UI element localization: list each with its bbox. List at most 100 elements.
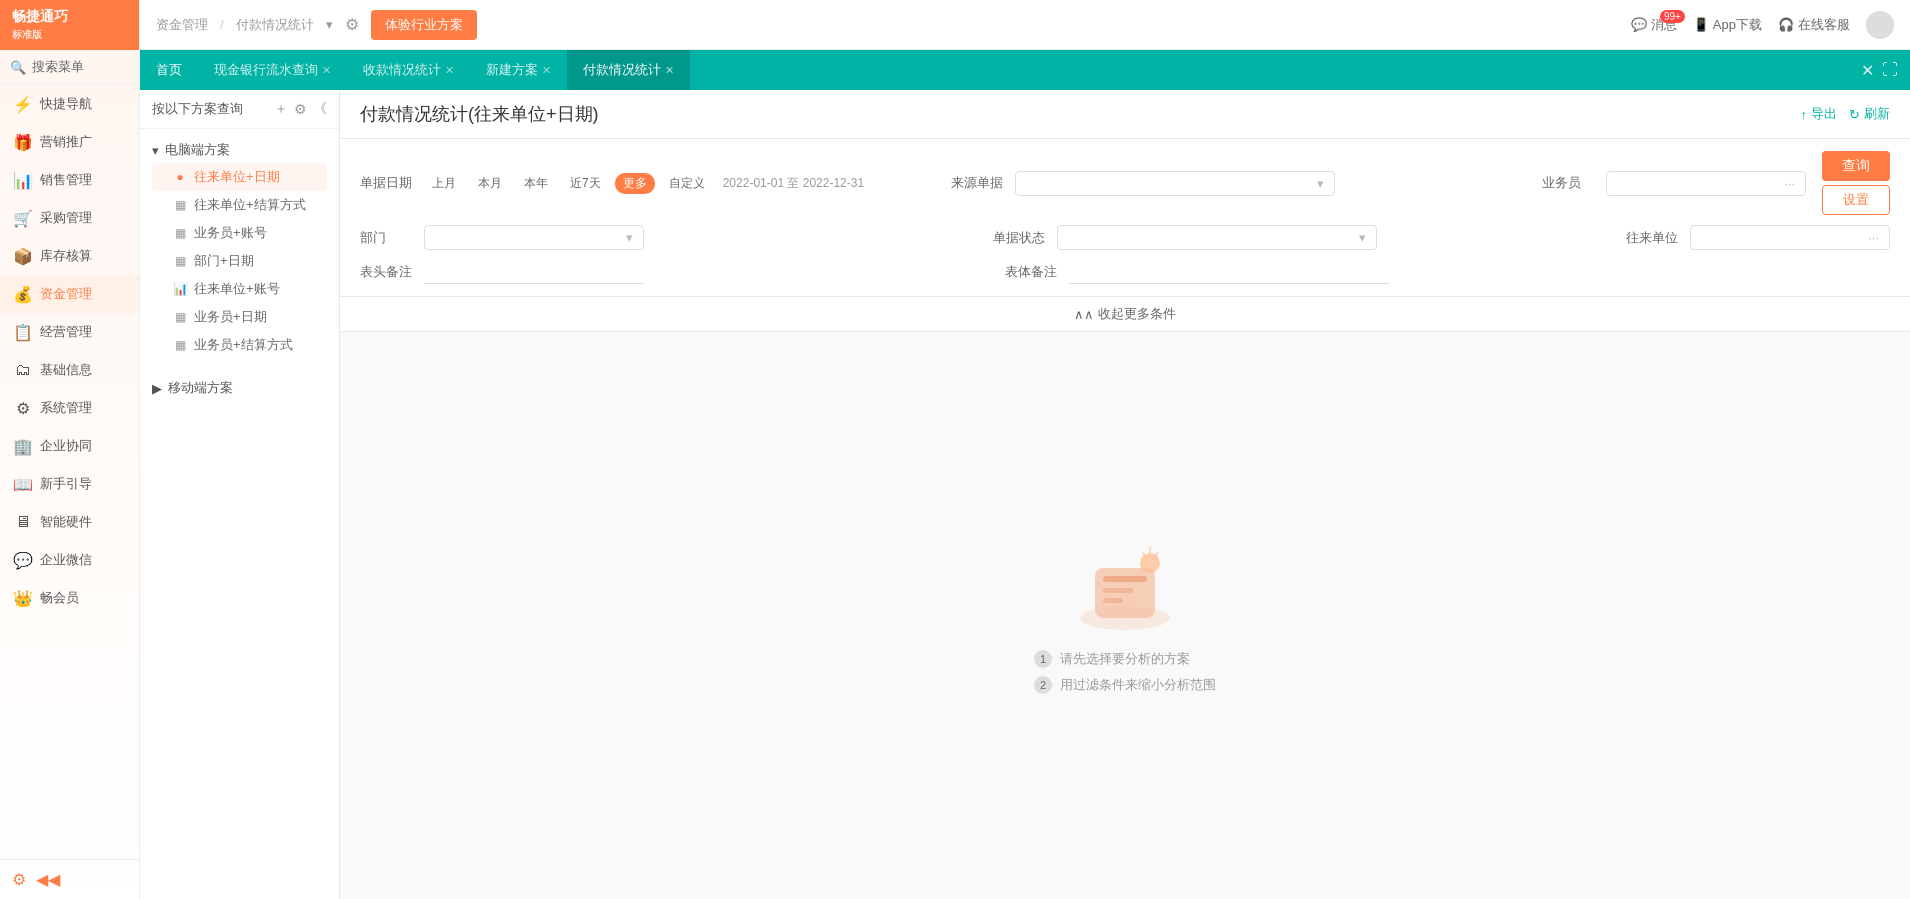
schema-icon-3: ▦: [172, 253, 188, 269]
sidebar-item-operations[interactable]: 📋 经营管理: [0, 313, 139, 351]
header-note-label: 表头备注: [360, 263, 416, 281]
body-note-label: 表体备注: [1005, 263, 1061, 281]
tab-payment-stats[interactable]: 付款情况统计 ✕: [567, 50, 690, 90]
page-title: 付款情况统计(往来单位+日期): [360, 102, 599, 126]
message-btn[interactable]: 💬 消息 99+: [1631, 16, 1677, 34]
sidebar-item-system[interactable]: ⚙ 系统管理: [0, 389, 139, 427]
refresh-btn[interactable]: ↻ 刷新: [1849, 105, 1890, 123]
doc-status-label: 单据状态: [993, 229, 1049, 247]
sidebar-item-hardware[interactable]: 🖥 智能硬件: [0, 503, 139, 541]
tab-new-plan[interactable]: 新建方案 ✕: [470, 50, 567, 90]
sidebar-item-quick-nav[interactable]: ⚡ 快捷导航: [0, 85, 139, 123]
collapse-left-icon[interactable]: 《: [313, 100, 327, 118]
marketing-icon: 🎁: [14, 133, 32, 151]
schema-item-4[interactable]: 📊 往来单位+账号: [152, 275, 327, 303]
member-icon: 👑: [14, 589, 32, 607]
source-select[interactable]: ▾: [1015, 171, 1335, 196]
main-area: 资金管理 / 付款情况统计 ▾ ⚙ 体验行业方案 💬 消息 99+ 📱 App下…: [140, 0, 1910, 899]
mobile-group-title[interactable]: ▶ 移动端方案: [152, 375, 327, 401]
header-note-input[interactable]: [424, 260, 644, 284]
sidebar-item-member[interactable]: 👑 畅会员: [0, 579, 139, 617]
topbar: 资金管理 / 付款情况统计 ▾ ⚙ 体验行业方案 💬 消息 99+ 📱 App下…: [140, 0, 1910, 50]
schema-item-0[interactable]: ● 往来单位+日期: [152, 163, 327, 191]
schema-item-3[interactable]: ▦ 部门+日期: [152, 247, 327, 275]
date-range-display: 2022-01-01 至 2022-12-31: [723, 175, 864, 192]
online-service-btn[interactable]: 🎧 在线客服: [1778, 16, 1850, 34]
dept-select-arrow: ▾: [626, 230, 633, 245]
schema-icon-4: 📊: [172, 281, 188, 297]
collapse-bar[interactable]: ∧∧ 收起更多条件: [340, 297, 1910, 332]
date-opt-custom[interactable]: 自定义: [661, 172, 713, 195]
dept-select[interactable]: ▾: [424, 225, 644, 250]
sidebar-item-purchase[interactable]: 🛒 采购管理: [0, 199, 139, 237]
schema-item-5[interactable]: ▦ 业务员+日期: [152, 303, 327, 331]
setting-btn[interactable]: 设置: [1822, 185, 1890, 215]
date-options: 上月 本月 本年 近7天 更多 自定义 2022-01-01 至 2022-12…: [424, 172, 864, 195]
page-actions: ↑ 导出 ↻ 刷新: [1801, 105, 1891, 123]
svg-rect-2: [1103, 576, 1147, 582]
sidebar-item-base-info[interactable]: 🗂 基础信息: [0, 351, 139, 389]
tab-home[interactable]: 首页: [140, 50, 198, 90]
export-btn[interactable]: ↑ 导出: [1801, 105, 1838, 123]
schema-item-1[interactable]: ▦ 往来单位+结算方式: [152, 191, 327, 219]
filter-row-1: 单据日期 上月 本月 本年 近7天 更多 自定义 2022-01-01 至 20…: [360, 151, 1890, 215]
collapse-label: 收起更多条件: [1098, 305, 1176, 323]
operations-icon: 📋: [14, 323, 32, 341]
add-schema-icon[interactable]: ＋: [274, 100, 288, 118]
breadcrumb-dropdown-icon[interactable]: ▾: [326, 17, 333, 32]
mobile-group-arrow: ▶: [152, 381, 162, 396]
tab-new-plan-close[interactable]: ✕: [542, 64, 551, 77]
topbar-gear-icon[interactable]: ⚙: [345, 15, 359, 34]
nav-close-icon[interactable]: ✕: [1861, 61, 1874, 80]
body-note-input[interactable]: [1069, 260, 1389, 284]
trial-btn[interactable]: 体验行业方案: [371, 10, 477, 40]
refresh-icon: ↻: [1849, 107, 1860, 122]
tab-receipt-stats[interactable]: 收款情况统计 ✕: [347, 50, 470, 90]
date-opt-this-year[interactable]: 本年: [516, 172, 556, 195]
app-download-btn[interactable]: 📱 App下载: [1693, 16, 1762, 34]
left-panel: 按以下方案查询 ＋ ⚙ 《 ▾ 电脑端方案 ● 往来单位+日期 ▦: [140, 90, 340, 899]
query-btn[interactable]: 查询: [1822, 151, 1890, 181]
salesman-filter-col: 业务员 ···: [1542, 171, 1806, 196]
inventory-icon: 📦: [14, 247, 32, 265]
settings-bottom-icon[interactable]: ⚙: [12, 870, 26, 889]
sidebar-item-enterprise[interactable]: 🏢 企业协同: [0, 427, 139, 465]
schema-item-6[interactable]: ▦ 业务员+结算方式: [152, 331, 327, 359]
sidebar-item-sales[interactable]: 📊 销售管理: [0, 161, 139, 199]
tab-bank-flow[interactable]: 现金银行流水查询 ✕: [198, 50, 347, 90]
counterpart-select[interactable]: ···: [1690, 225, 1890, 250]
desktop-group-arrow: ▾: [152, 143, 159, 158]
doc-status-select[interactable]: ▾: [1057, 225, 1377, 250]
tip-text-2: 用过滤条件来缩小分析范围: [1060, 676, 1216, 694]
sidebar-item-wechat[interactable]: 💬 企业微信: [0, 541, 139, 579]
user-avatar[interactable]: [1866, 11, 1894, 39]
salesman-select[interactable]: ···: [1606, 171, 1806, 196]
nav-tabs-right-actions: ✕ ⛶: [1861, 61, 1910, 80]
message-badge: 99+: [1660, 10, 1685, 23]
sidebar-item-guide[interactable]: 📖 新手引导: [0, 465, 139, 503]
desktop-group-title[interactable]: ▾ 电脑端方案: [152, 137, 327, 163]
schema-item-2[interactable]: ▦ 业务员+账号: [152, 219, 327, 247]
search-menu[interactable]: 🔍 搜索菜单: [0, 50, 139, 85]
date-opt-more[interactable]: 更多: [615, 173, 655, 194]
left-panel-actions: ＋ ⚙ 《: [274, 100, 327, 118]
sidebar-item-inventory[interactable]: 📦 库存核算: [0, 237, 139, 275]
date-opt-last-month[interactable]: 上月: [424, 172, 464, 195]
counterpart-label: 往来单位: [1626, 229, 1682, 247]
date-opt-7days[interactable]: 近7天: [562, 172, 609, 195]
collapse-sidebar-icon[interactable]: ◀◀: [36, 870, 60, 889]
right-panel: 付款情况统计(往来单位+日期) ↑ 导出 ↻ 刷新: [340, 90, 1910, 899]
sidebar-item-marketing[interactable]: 🎁 营销推广: [0, 123, 139, 161]
manage-schema-icon[interactable]: ⚙: [294, 101, 307, 117]
tab-receipt-stats-close[interactable]: ✕: [445, 64, 454, 77]
nav-expand-icon[interactable]: ⛶: [1882, 61, 1898, 79]
tab-bank-flow-close[interactable]: ✕: [322, 64, 331, 77]
wechat-icon: 💬: [14, 551, 32, 569]
sidebar-bottom: ⚙ ◀◀: [0, 859, 139, 899]
tab-payment-stats-close[interactable]: ✕: [665, 64, 674, 77]
schema-icon-0: ●: [172, 169, 188, 185]
page-header: 付款情况统计(往来单位+日期) ↑ 导出 ↻ 刷新: [340, 90, 1910, 139]
sidebar-item-finance[interactable]: 💰 资金管理: [0, 275, 139, 313]
filter-row-3: 表头备注 表体备注: [360, 260, 1890, 284]
date-opt-this-month[interactable]: 本月: [470, 172, 510, 195]
